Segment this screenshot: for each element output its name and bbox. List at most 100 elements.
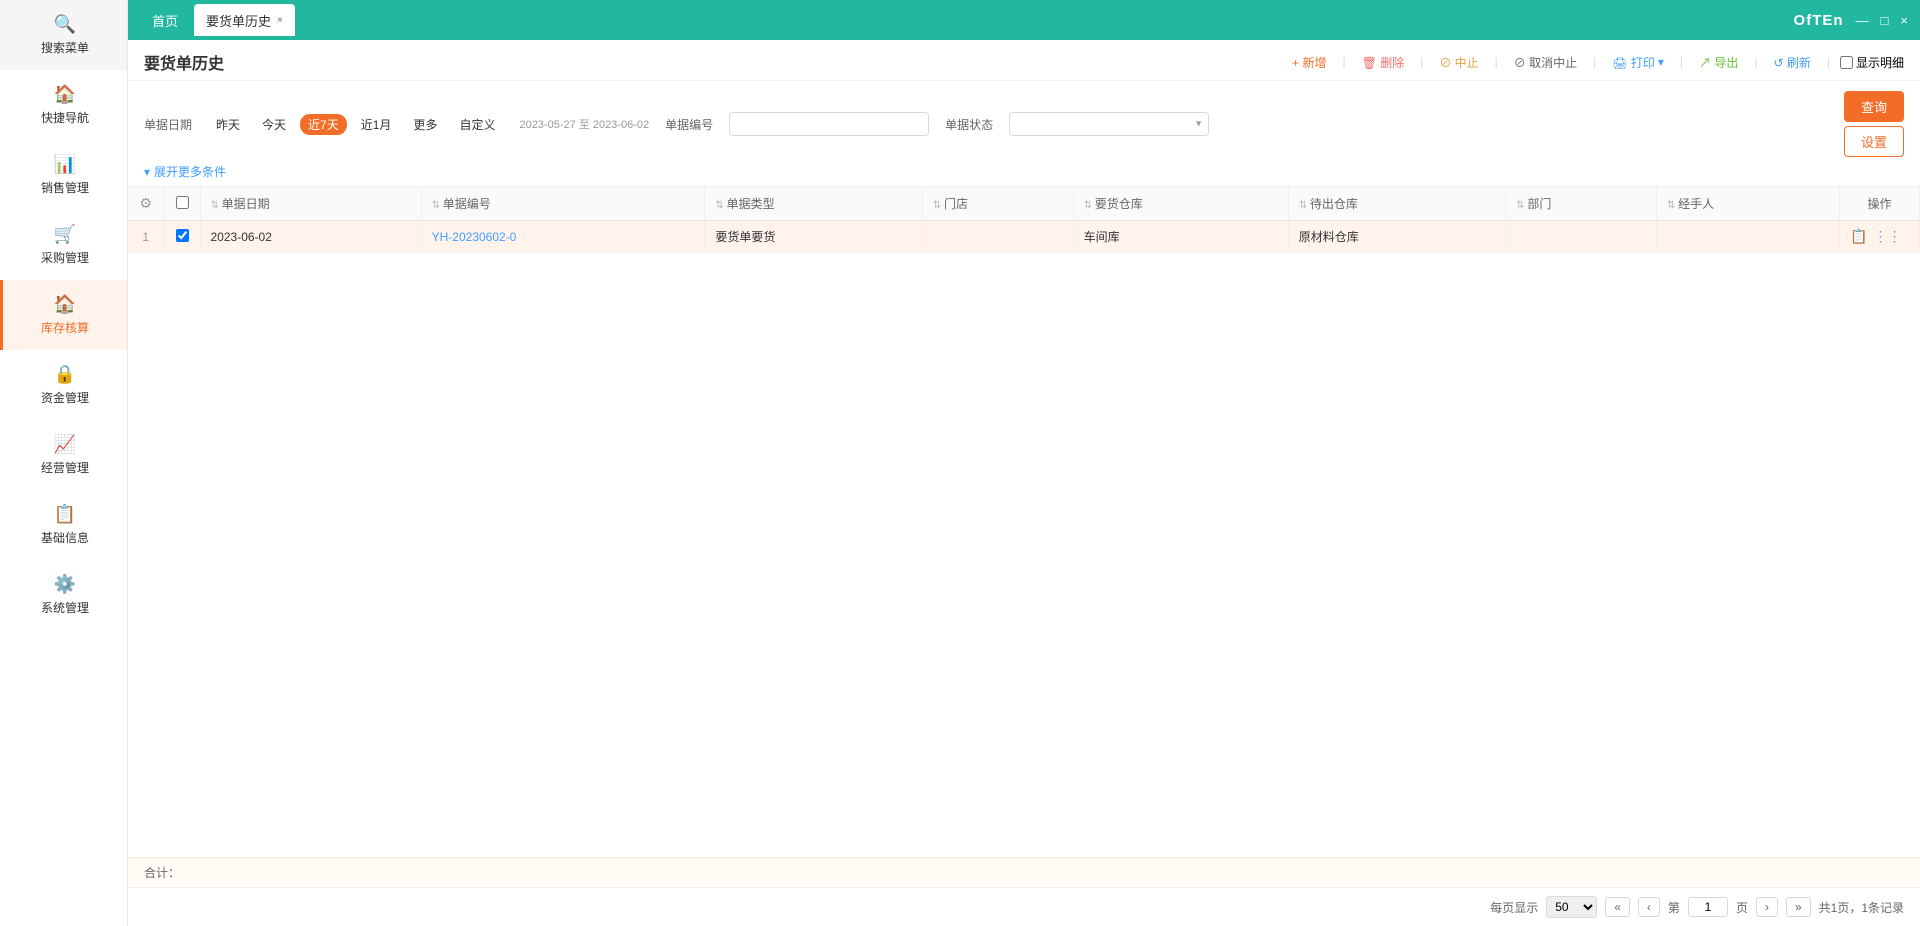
sidebar-item-operation[interactable]: 📈 经营管理 (0, 420, 127, 490)
row-date: 2023-06-02 (200, 221, 421, 253)
th-settings: ⚙ (128, 187, 164, 221)
filter-row-1: 单据日期 昨天 今天 近7天 近1月 更多 自定义 2023-05-27 至 2… (144, 91, 1904, 157)
delete-button[interactable]: 🗑 删除 (1356, 51, 1411, 74)
table-settings-icon[interactable]: ⚙ (139, 195, 152, 212)
sidebar-item-inventory[interactable]: 🏠 库存核算 (0, 280, 127, 350)
th-store[interactable]: 门店 (922, 187, 1073, 221)
date-btn-7days[interactable]: 近7天 (300, 114, 347, 135)
brand-label: OfTEn (1794, 12, 1844, 29)
status-select[interactable] (1009, 112, 1209, 136)
print-dropdown-icon[interactable]: ▾ (1658, 55, 1664, 69)
row-more-icon[interactable]: ⋮⋮ (1873, 228, 1901, 245)
date-btn-yesterday[interactable]: 昨天 (208, 114, 248, 135)
th-req-warehouse[interactable]: 要货仓库 (1073, 187, 1288, 221)
doc-no-label: 单据编号 (665, 116, 713, 133)
chart-icon: 📊 (54, 154, 76, 175)
lock-icon: 🔒 (54, 364, 76, 385)
cancel-btn-label: ⊘ 取消中止 (1514, 54, 1577, 71)
query-button[interactable]: 查询 (1844, 91, 1904, 122)
doc-no-input[interactable] (729, 112, 929, 136)
show-detail-checkbox-wrapper[interactable]: 显示明细 (1840, 54, 1904, 71)
show-detail-checkbox[interactable] (1840, 56, 1853, 69)
sidebar-item-sales[interactable]: 📊 销售管理 (0, 140, 127, 210)
refresh-btn-label: ↺ 刷新 (1773, 54, 1810, 71)
trend-icon: 📈 (54, 434, 76, 455)
th-department[interactable]: 部门 (1506, 187, 1657, 221)
home-icon: 🏠 (54, 84, 76, 105)
row-pending-warehouse: 原材料仓库 (1288, 221, 1505, 253)
date-btn-1month[interactable]: 近1月 (353, 114, 400, 135)
cancel-stop-button[interactable]: ⊘ 取消中止 (1508, 51, 1583, 74)
sidebar-item-label: 经营管理 (41, 459, 89, 476)
th-pending-warehouse[interactable]: 待出仓库 (1288, 187, 1505, 221)
divider3: | (1495, 55, 1498, 69)
page-header: 要货单历史 + 新增 | 🗑 删除 | ⊘ 中止 | ⊘ 取消中止 | (128, 40, 1920, 81)
topbar: 首页 要货单历史 × OfTEn — □ × (128, 0, 1920, 40)
total-pages-info: 共1页，1条记录 (1819, 899, 1904, 916)
row-actions: 📋 ⋮⋮ (1840, 221, 1920, 253)
stop-button[interactable]: ⊘ 中止 (1433, 51, 1484, 74)
th-date[interactable]: 单据日期 (200, 187, 421, 221)
tab-close-icon[interactable]: × (277, 15, 283, 26)
sidebar-item-label: 采购管理 (41, 249, 89, 266)
th-doc-no[interactable]: 单据编号 (421, 187, 705, 221)
row-edit-icon[interactable]: 📋 (1850, 228, 1867, 245)
expand-conditions-btn[interactable]: ▾ 展开更多条件 (144, 163, 1904, 180)
total-label: 合计： (144, 864, 180, 881)
divider4: | (1593, 55, 1596, 69)
table-row: 1 2023-06-02 YH-20230602-0 要货单要货 车间库 原材料… (128, 221, 1920, 253)
tab-home[interactable]: 首页 (140, 4, 190, 36)
active-tab-label: 要货单历史 (206, 11, 271, 30)
status-select-wrapper (1009, 112, 1209, 136)
filter-area: 单据日期 昨天 今天 近7天 近1月 更多 自定义 2023-05-27 至 2… (128, 81, 1920, 187)
date-btn-more[interactable]: 更多 (405, 114, 445, 135)
sidebar: 🔍 搜索菜单 🏠 快捷导航 📊 销售管理 🛒 采购管理 🏠 库存核算 🔒 资金管… (0, 0, 128, 926)
date-btn-custom[interactable]: 自定义 (451, 114, 503, 135)
page-number-input[interactable] (1688, 897, 1728, 917)
sidebar-item-basic[interactable]: 📋 基础信息 (0, 490, 127, 560)
per-page-select[interactable]: 10 20 50 100 (1546, 896, 1597, 918)
show-detail-label: 显示明细 (1856, 54, 1904, 71)
sidebar-item-search[interactable]: 🔍 搜索菜单 (0, 0, 127, 70)
divider7: | (1827, 55, 1830, 69)
row-handler (1656, 221, 1839, 253)
th-handler[interactable]: 经手人 (1656, 187, 1839, 221)
stop-btn-label: ⊘ 中止 (1439, 54, 1478, 71)
prev-page-btn[interactable]: ‹ (1638, 897, 1660, 917)
new-button[interactable]: + 新增 (1286, 51, 1332, 74)
toolbar: + 新增 | 🗑 删除 | ⊘ 中止 | ⊘ 取消中止 | 🖨 打印 ▾ (1286, 51, 1904, 74)
tab-active[interactable]: 要货单历史 × (194, 4, 295, 36)
home-tab-label: 首页 (152, 11, 178, 30)
sidebar-item-finance[interactable]: 🔒 资金管理 (0, 350, 127, 420)
pagination: 每页显示 10 20 50 100 « ‹ 第 页 › » 共1页，1条记录 (128, 887, 1920, 926)
sidebar-item-purchase[interactable]: 🛒 采购管理 (0, 210, 127, 280)
sidebar-item-label: 库存核算 (41, 319, 89, 336)
refresh-button[interactable]: ↺ 刷新 (1767, 51, 1816, 74)
row-checkbox[interactable] (176, 229, 189, 242)
setting-button[interactable]: 设置 (1844, 126, 1904, 157)
th-doc-type[interactable]: 单据类型 (705, 187, 922, 221)
window-maximize-icon[interactable]: □ (1881, 13, 1889, 28)
sidebar-item-system[interactable]: ⚙️ 系统管理 (0, 560, 127, 630)
date-btn-today[interactable]: 今天 (254, 114, 294, 135)
first-page-btn[interactable]: « (1605, 897, 1630, 917)
print-btn-label: 🖨 打印 (1612, 54, 1655, 71)
last-page-btn[interactable]: » (1786, 897, 1811, 917)
sidebar-item-quicknav[interactable]: 🏠 快捷导航 (0, 70, 127, 140)
sidebar-item-label: 销售管理 (41, 179, 89, 196)
date-range-display: 2023-05-27 至 2023-06-02 (519, 116, 649, 132)
window-minimize-icon[interactable]: — (1856, 13, 1869, 28)
status-label: 单据状态 (945, 116, 993, 133)
topbar-right: OfTEn — □ × (1794, 12, 1908, 29)
new-btn-label: + 新增 (1292, 54, 1326, 71)
delete-btn-label: 🗑 删除 (1362, 54, 1405, 71)
sidebar-item-label: 快捷导航 (41, 109, 89, 126)
divider6: | (1754, 55, 1757, 69)
doc-no-link[interactable]: YH-20230602-0 (432, 230, 517, 244)
list-icon: 📋 (54, 504, 76, 525)
next-page-btn[interactable]: › (1756, 897, 1778, 917)
print-button[interactable]: 🖨 打印 ▾ (1606, 51, 1670, 74)
window-close-icon[interactable]: × (1900, 13, 1908, 28)
select-all-checkbox[interactable] (176, 196, 189, 209)
export-button[interactable]: ↗ 导出 (1693, 51, 1744, 74)
